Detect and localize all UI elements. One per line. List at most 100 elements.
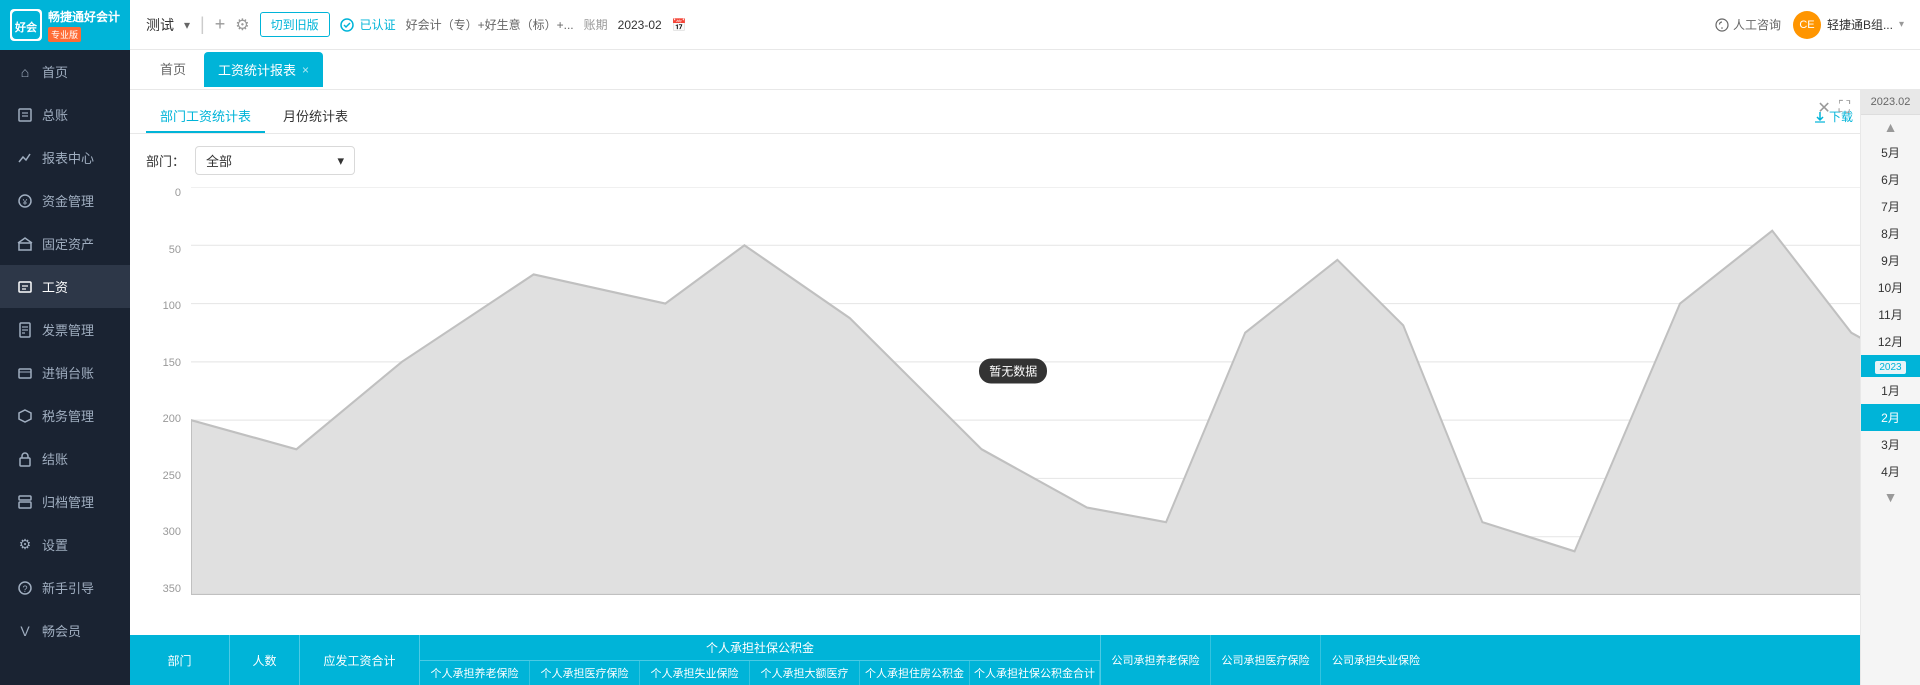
period-label: 账期 bbox=[584, 16, 608, 33]
y-label-7: 0 bbox=[146, 187, 186, 199]
sidebar-item-settings[interactable]: ⚙ 设置 bbox=[0, 523, 130, 566]
support-btn[interactable]: 人工咨询 bbox=[1715, 16, 1781, 33]
chart-svg-area: 暂无数据 bbox=[191, 187, 1904, 595]
y-label-5: 100 bbox=[146, 300, 186, 312]
panel-close-btn[interactable]: ✕ bbox=[1817, 98, 1830, 118]
filter-selected-value: 全部 bbox=[206, 151, 232, 170]
year-label: 2023 bbox=[1875, 361, 1905, 374]
sidebar-item-archive[interactable]: 归档管理 bbox=[0, 480, 130, 523]
date-month-feb[interactable]: 2月 bbox=[1861, 404, 1920, 431]
panel-expand-btn[interactable]: ⛶ bbox=[1839, 99, 1850, 117]
user-name[interactable]: 轻捷通B组... bbox=[1827, 16, 1893, 33]
sub-tab-month[interactable]: 月份统计表 bbox=[269, 100, 362, 133]
switch-old-btn[interactable]: 切到旧版 bbox=[260, 12, 330, 37]
tab-salary-label: 工资统计报表 bbox=[218, 60, 296, 79]
tab-home-label: 首页 bbox=[160, 59, 186, 78]
sidebar-item-fund[interactable]: ¥ 资金管理 bbox=[0, 179, 130, 222]
col-pension: 个人承担养老保险 bbox=[420, 661, 530, 685]
sidebar-item-sales[interactable]: 进销台账 bbox=[0, 351, 130, 394]
support-label: 人工咨询 bbox=[1733, 16, 1781, 33]
project-dropdown[interactable]: ▾ bbox=[184, 18, 190, 32]
sidebar-label-salary: 工资 bbox=[42, 277, 68, 296]
fund-icon: ¥ bbox=[16, 192, 34, 210]
date-month-5[interactable]: 5月 bbox=[1861, 139, 1920, 166]
col-major-medical: 个人承担大额医疗 bbox=[750, 661, 860, 685]
report-icon bbox=[16, 149, 34, 167]
date-month-10[interactable]: 10月 bbox=[1861, 274, 1920, 301]
sidebar-label-guide: 新手引导 bbox=[42, 578, 94, 597]
col-total-salary: 应发工资合计 bbox=[300, 635, 420, 685]
sidebar-label-sales: 进销台账 bbox=[42, 363, 94, 382]
tab-salary-report[interactable]: 工资统计报表 × bbox=[204, 52, 323, 87]
sidebar-item-report[interactable]: 报表中心 bbox=[0, 136, 130, 179]
ledger-icon bbox=[16, 106, 34, 124]
sidebar-item-tax[interactable]: 税务管理 bbox=[0, 394, 130, 437]
sidebar-item-ledger[interactable]: 总账 bbox=[0, 93, 130, 136]
sub-tab-dept[interactable]: 部门工资统计表 bbox=[146, 100, 265, 133]
invoice-icon bbox=[16, 321, 34, 339]
divider-1: | bbox=[200, 14, 205, 35]
settings-button[interactable]: ⚙ bbox=[235, 15, 249, 35]
sidebar-item-member[interactable]: V 畅会员 bbox=[0, 609, 130, 652]
sidebar-label-invoice: 发票管理 bbox=[42, 320, 94, 339]
chart-wrapper: 350 300 250 200 150 100 50 0 bbox=[146, 187, 1904, 635]
sales-icon bbox=[16, 364, 34, 382]
main-content: 测试 ▾ | + ⚙ 切到旧版 已认证 好会计（专）+好生意（标）+... 账期… bbox=[130, 0, 1920, 685]
sidebar-item-salary[interactable]: 工资 bbox=[0, 265, 130, 308]
sidebar-label-home: 首页 bbox=[42, 62, 68, 81]
tab-bar: 首页 工资统计报表 × bbox=[130, 50, 1920, 90]
tab-home[interactable]: 首页 bbox=[146, 51, 200, 88]
user-dropdown-icon[interactable]: ▾ bbox=[1899, 19, 1904, 30]
svg-text:?: ? bbox=[22, 584, 27, 594]
certified-label: 已认证 bbox=[360, 16, 396, 33]
date-month-11[interactable]: 11月 bbox=[1861, 301, 1920, 328]
date-nav-down[interactable]: ▼ bbox=[1861, 485, 1920, 509]
svg-text:¥: ¥ bbox=[22, 198, 28, 207]
date-month-jan[interactable]: 1月 bbox=[1861, 377, 1920, 404]
col-people: 人数 bbox=[230, 635, 300, 685]
tab-close-btn[interactable]: × bbox=[302, 63, 309, 77]
sidebar-item-closing[interactable]: 结账 bbox=[0, 437, 130, 480]
y-label-0: 350 bbox=[146, 583, 186, 595]
salary-icon bbox=[16, 278, 34, 296]
project-title: 测试 bbox=[146, 15, 174, 35]
group-personal-cols: 个人承担养老保险 个人承担医疗保险 个人承担失业保险 个人承担大额医疗 个人承担 bbox=[420, 661, 1100, 685]
filter-dropdown-icon: ▾ bbox=[337, 153, 344, 169]
sidebar-label-report: 报表中心 bbox=[42, 148, 94, 167]
date-month-12[interactable]: 12月 bbox=[1861, 328, 1920, 355]
col-personal-total: 个人承担社保公积金合计 bbox=[970, 661, 1100, 685]
sidebar-item-invoice[interactable]: 发票管理 bbox=[0, 308, 130, 351]
sidebar-item-assets[interactable]: 固定资产 bbox=[0, 222, 130, 265]
svg-text:好会: 好会 bbox=[14, 20, 38, 34]
y-label-3: 200 bbox=[146, 413, 186, 425]
date-month-9[interactable]: 9月 bbox=[1861, 247, 1920, 274]
col-company-pension: 公司承担养老保险 bbox=[1101, 635, 1211, 685]
sidebar-label-closing: 结账 bbox=[42, 449, 68, 468]
sidebar-item-home[interactable]: ⌂ 首页 bbox=[0, 50, 130, 93]
add-button[interactable]: + bbox=[215, 14, 226, 35]
y-label-4: 150 bbox=[146, 357, 186, 369]
date-panel: 2023.02 ▲ 5月 6月 7月 8月 9月 10月 11月 12月 202… bbox=[1860, 90, 1920, 685]
tax-icon bbox=[16, 407, 34, 425]
date-month-8[interactable]: 8月 bbox=[1861, 220, 1920, 247]
col-unemployment: 个人承担失业保险 bbox=[640, 661, 750, 685]
y-axis: 350 300 250 200 150 100 50 0 bbox=[146, 187, 186, 595]
certified-status: 已认证 bbox=[340, 16, 396, 33]
dept-filter-select[interactable]: 全部 ▾ bbox=[195, 146, 355, 175]
table-header: 部门 人数 应发工资合计 个人承担社保公积金 个人承担养老保险 bbox=[130, 635, 1920, 685]
home-icon: ⌂ bbox=[16, 63, 34, 81]
sidebar: 好会 畅捷通好会计 专业版 ⌂ 首页 总账 报表中心 ¥ bbox=[0, 0, 130, 685]
sub-tabs: 部门工资统计表 月份统计表 下载 刷新 bbox=[130, 90, 1920, 134]
date-month-6[interactable]: 6月 bbox=[1861, 166, 1920, 193]
calendar-icon[interactable]: 📅 bbox=[672, 18, 687, 32]
date-month-apr[interactable]: 4月 bbox=[1861, 458, 1920, 485]
filter-row: 部门： 全部 ▾ bbox=[130, 134, 1920, 187]
date-month-7[interactable]: 7月 bbox=[1861, 193, 1920, 220]
date-month-mar[interactable]: 3月 bbox=[1861, 431, 1920, 458]
dept-filter-label: 部门： bbox=[146, 151, 185, 170]
sidebar-item-guide[interactable]: ? 新手引导 bbox=[0, 566, 130, 609]
avatar-initials: CE bbox=[1799, 19, 1814, 31]
app-edition: 专业版 bbox=[48, 27, 81, 42]
sidebar-label-fund: 资金管理 bbox=[42, 191, 94, 210]
date-nav-up[interactable]: ▲ bbox=[1861, 115, 1920, 139]
